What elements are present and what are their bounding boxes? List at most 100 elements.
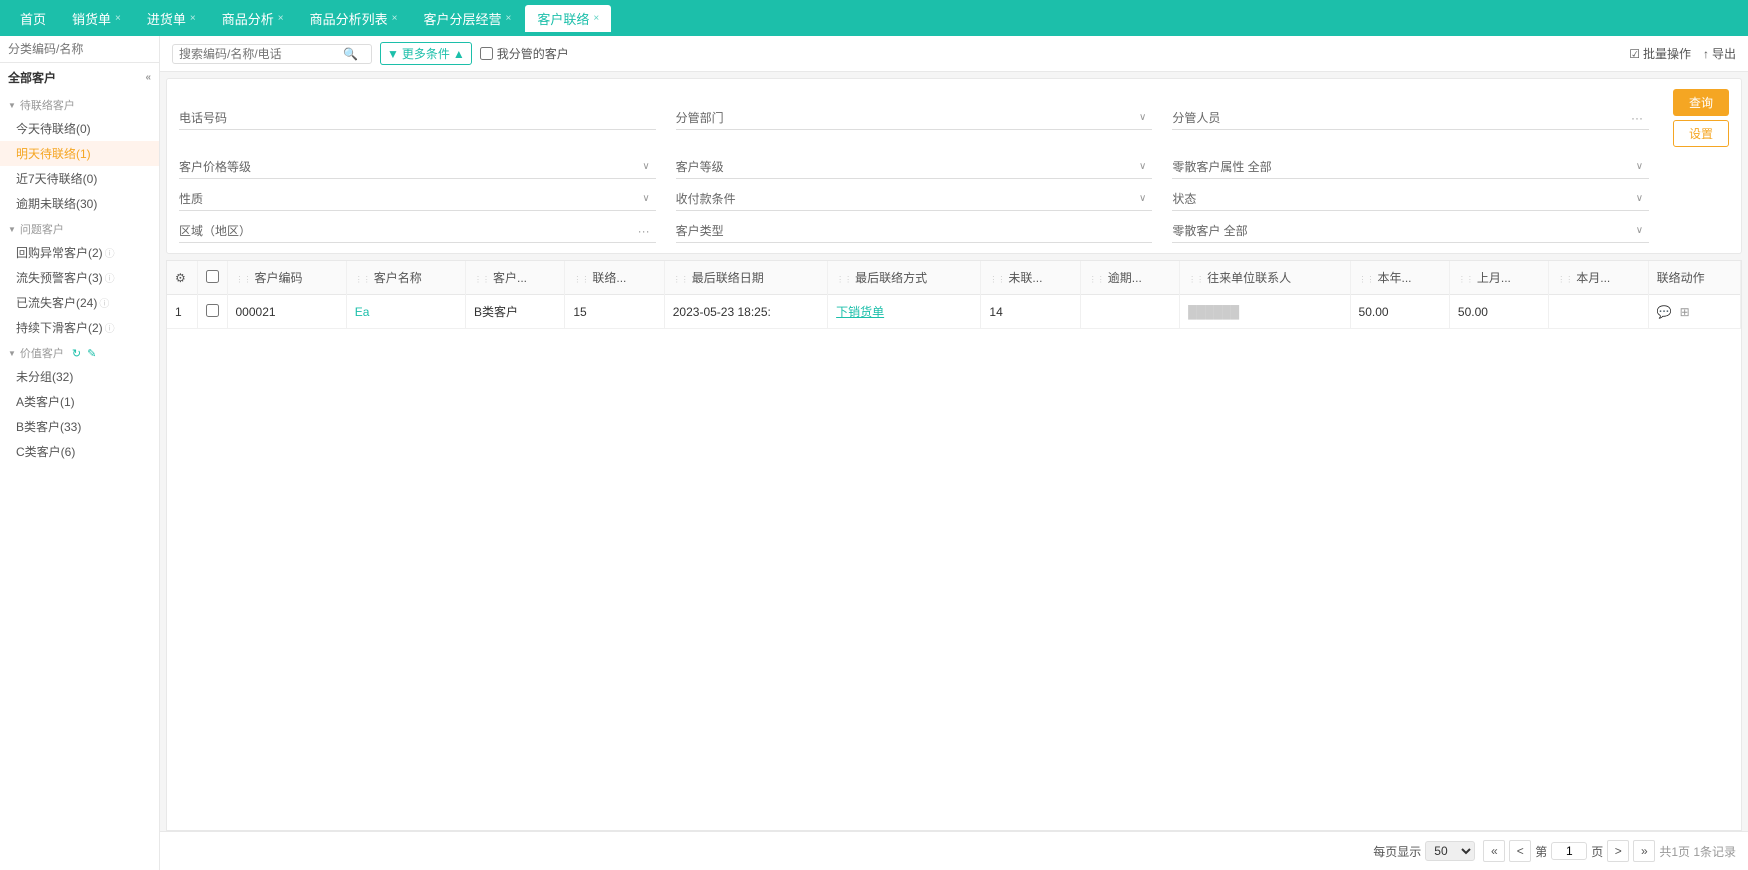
th-contact-person[interactable]: 往来单位联系人 xyxy=(1180,261,1350,295)
nav-item-analysis[interactable]: 商品分析 × xyxy=(210,5,296,32)
td-last-method[interactable]: 下销货单 xyxy=(828,295,981,329)
sidebar-item-week[interactable]: 近7天待联络(0) xyxy=(0,166,159,191)
td-unlisted: 14 xyxy=(981,295,1080,329)
close-icon[interactable]: × xyxy=(505,13,511,24)
th-type[interactable]: 客户... xyxy=(466,261,565,295)
sidebar-item-churned[interactable]: 已流失客户(24) ⓘ xyxy=(0,290,159,315)
th-last-method[interactable]: 最后联络方式 xyxy=(828,261,981,295)
filter-payment: 收付款条件 ∨ xyxy=(676,187,1153,211)
chevron-down-icon: ∨ xyxy=(1636,225,1643,236)
th-this-year[interactable]: 本年... xyxy=(1350,261,1449,295)
close-icon[interactable]: × xyxy=(593,13,599,24)
batch-op-label: 批量操作 xyxy=(1643,45,1691,62)
page-size-select[interactable]: 50 100 200 xyxy=(1425,841,1475,861)
info-icon: ⓘ xyxy=(105,320,115,335)
group-label-value[interactable]: 价值客户 ↻ ✎ xyxy=(0,340,159,364)
action-icons: 💬 ⊞ xyxy=(1657,305,1732,319)
td-this-month xyxy=(1549,295,1648,329)
settings-button[interactable]: 设置 xyxy=(1673,120,1729,147)
nav-item-analysis-list[interactable]: 商品分析列表 × xyxy=(298,5,410,32)
search-input[interactable] xyxy=(179,47,339,61)
export-btn[interactable]: ↑ 导出 xyxy=(1703,45,1736,62)
group-label-pending[interactable]: 待联络客户 xyxy=(0,92,159,116)
td-contact-person: ██████ xyxy=(1180,295,1350,329)
nav-label-home: 首页 xyxy=(20,9,46,28)
filter-scatter-attr: 零散客户属性 全部 ∨ xyxy=(1172,155,1649,179)
my-customers-label: 我分管的客户 xyxy=(497,45,569,62)
filter-payment-label: 收付款条件 xyxy=(676,190,736,207)
query-button[interactable]: 查询 xyxy=(1673,89,1729,116)
next-page-icon: > xyxy=(1615,844,1622,858)
sidebar-item-repurchase-abnormal[interactable]: 回购异常客户(2) ⓘ xyxy=(0,240,159,265)
sidebar-item-today[interactable]: 今天待联络(0) xyxy=(0,116,159,141)
chevron-up-icon: ▲ xyxy=(453,47,465,61)
prev-page-btn[interactable]: < xyxy=(1509,840,1531,862)
search-icon[interactable]: 🔍 xyxy=(343,47,358,61)
grid-icon[interactable]: ⊞ xyxy=(1680,305,1690,319)
select-all-checkbox[interactable] xyxy=(206,270,219,283)
nav-item-sales[interactable]: 销货单 × xyxy=(60,5,133,32)
next-page-btn[interactable]: > xyxy=(1607,840,1629,862)
nav-item-purchase[interactable]: 进货单 × xyxy=(135,5,208,32)
filter-actions: 查询 设置 xyxy=(1661,89,1729,147)
edit-icon[interactable]: ✎ xyxy=(87,347,96,360)
td-overdue xyxy=(1080,295,1179,329)
nav-item-customer-contact[interactable]: 客户联络 × xyxy=(525,5,611,32)
first-page-btn[interactable]: « xyxy=(1483,840,1505,862)
export-icon: ↑ xyxy=(1703,47,1709,61)
th-unlisted[interactable]: 未联... xyxy=(981,261,1080,295)
table-wrap: ⚙ 客户编码 客户名称 客户... 联络... 最后联络日期 最后联络方式 未联… xyxy=(166,260,1742,831)
close-icon[interactable]: × xyxy=(190,13,196,24)
content-area: 🔍 ▼ 更多条件 ▲ 我分管的客户 ☑ 批量操作 ↑ 导出 xyxy=(160,36,1748,870)
sidebar-item-declining[interactable]: 持续下滑客户(2) ⓘ xyxy=(0,315,159,340)
td-name[interactable]: Ea xyxy=(346,295,465,329)
filter-btn[interactable]: ▼ 更多条件 ▲ xyxy=(380,42,472,65)
refresh-icon[interactable]: ↻ xyxy=(72,347,81,360)
sidebar-item-class-a[interactable]: A类客户(1) xyxy=(0,389,159,414)
close-icon[interactable]: × xyxy=(278,13,284,24)
chevron-down-icon: ∨ xyxy=(642,193,649,204)
batch-op-btn[interactable]: ☑ 批量操作 xyxy=(1629,45,1691,62)
close-icon[interactable]: × xyxy=(392,13,398,24)
my-customers-wrap: 我分管的客户 xyxy=(480,45,569,62)
filter-phone: 电话号码 xyxy=(179,106,656,130)
td-code: 000021 xyxy=(227,295,346,329)
th-code[interactable]: 客户编码 xyxy=(227,261,346,295)
sidebar-item-class-c[interactable]: C类客户(6) xyxy=(0,439,159,464)
th-overdue[interactable]: 逾期... xyxy=(1080,261,1179,295)
th-name[interactable]: 客户名称 xyxy=(346,261,465,295)
th-last-date[interactable]: 最后联络日期 xyxy=(664,261,827,295)
last-method-link[interactable]: 下销货单 xyxy=(836,305,884,319)
td-index: 1 xyxy=(167,295,197,329)
close-icon[interactable]: × xyxy=(115,13,121,24)
filter-customer-level: 客户等级 ∨ xyxy=(676,155,1153,179)
sidebar-search-input[interactable] xyxy=(8,42,160,56)
th-settings[interactable]: ⚙ xyxy=(167,261,197,295)
toolbar: 🔍 ▼ 更多条件 ▲ 我分管的客户 ☑ 批量操作 ↑ 导出 xyxy=(160,36,1748,72)
sidebar-item-unclassified[interactable]: 未分组(32) xyxy=(0,364,159,389)
sidebar-item-churn-warning[interactable]: 流失预警客户(3) ⓘ xyxy=(0,265,159,290)
th-contact-count[interactable]: 联络... xyxy=(565,261,664,295)
filter-manager-label: 分管人员 xyxy=(1172,109,1232,126)
nav-item-customer-tier[interactable]: 客户分层经营 × xyxy=(411,5,523,32)
toolbar-right: ☑ 批量操作 ↑ 导出 xyxy=(1629,45,1736,62)
all-customers-header[interactable]: 全部客户 « xyxy=(0,63,159,92)
sidebar-item-label: 近7天待联络(0) xyxy=(16,170,97,187)
filter-customer-level-label: 客户等级 xyxy=(676,158,736,175)
last-page-btn[interactable]: » xyxy=(1633,840,1655,862)
sidebar-item-label: 逾期未联络(30) xyxy=(16,195,97,212)
last-page-icon: » xyxy=(1641,844,1648,858)
my-customers-checkbox[interactable] xyxy=(480,47,493,60)
sidebar-item-class-b[interactable]: B类客户(33) xyxy=(0,414,159,439)
filter-scatter-attr-label: 零散客户属性 全部 xyxy=(1172,158,1271,175)
th-this-month[interactable]: 本月... xyxy=(1549,261,1648,295)
sidebar-item-overdue[interactable]: 逾期未联络(30) xyxy=(0,191,159,216)
th-last-month[interactable]: 上月... xyxy=(1449,261,1548,295)
page-input[interactable] xyxy=(1551,842,1587,860)
row-checkbox[interactable] xyxy=(206,304,219,317)
nav-label-analysis: 商品分析 xyxy=(222,9,274,28)
nav-item-home[interactable]: 首页 xyxy=(8,5,58,32)
group-label-problem[interactable]: 问题客户 xyxy=(0,216,159,240)
chat-icon[interactable]: 💬 xyxy=(1657,305,1672,319)
sidebar-item-tomorrow[interactable]: 明天待联络(1) xyxy=(0,141,159,166)
